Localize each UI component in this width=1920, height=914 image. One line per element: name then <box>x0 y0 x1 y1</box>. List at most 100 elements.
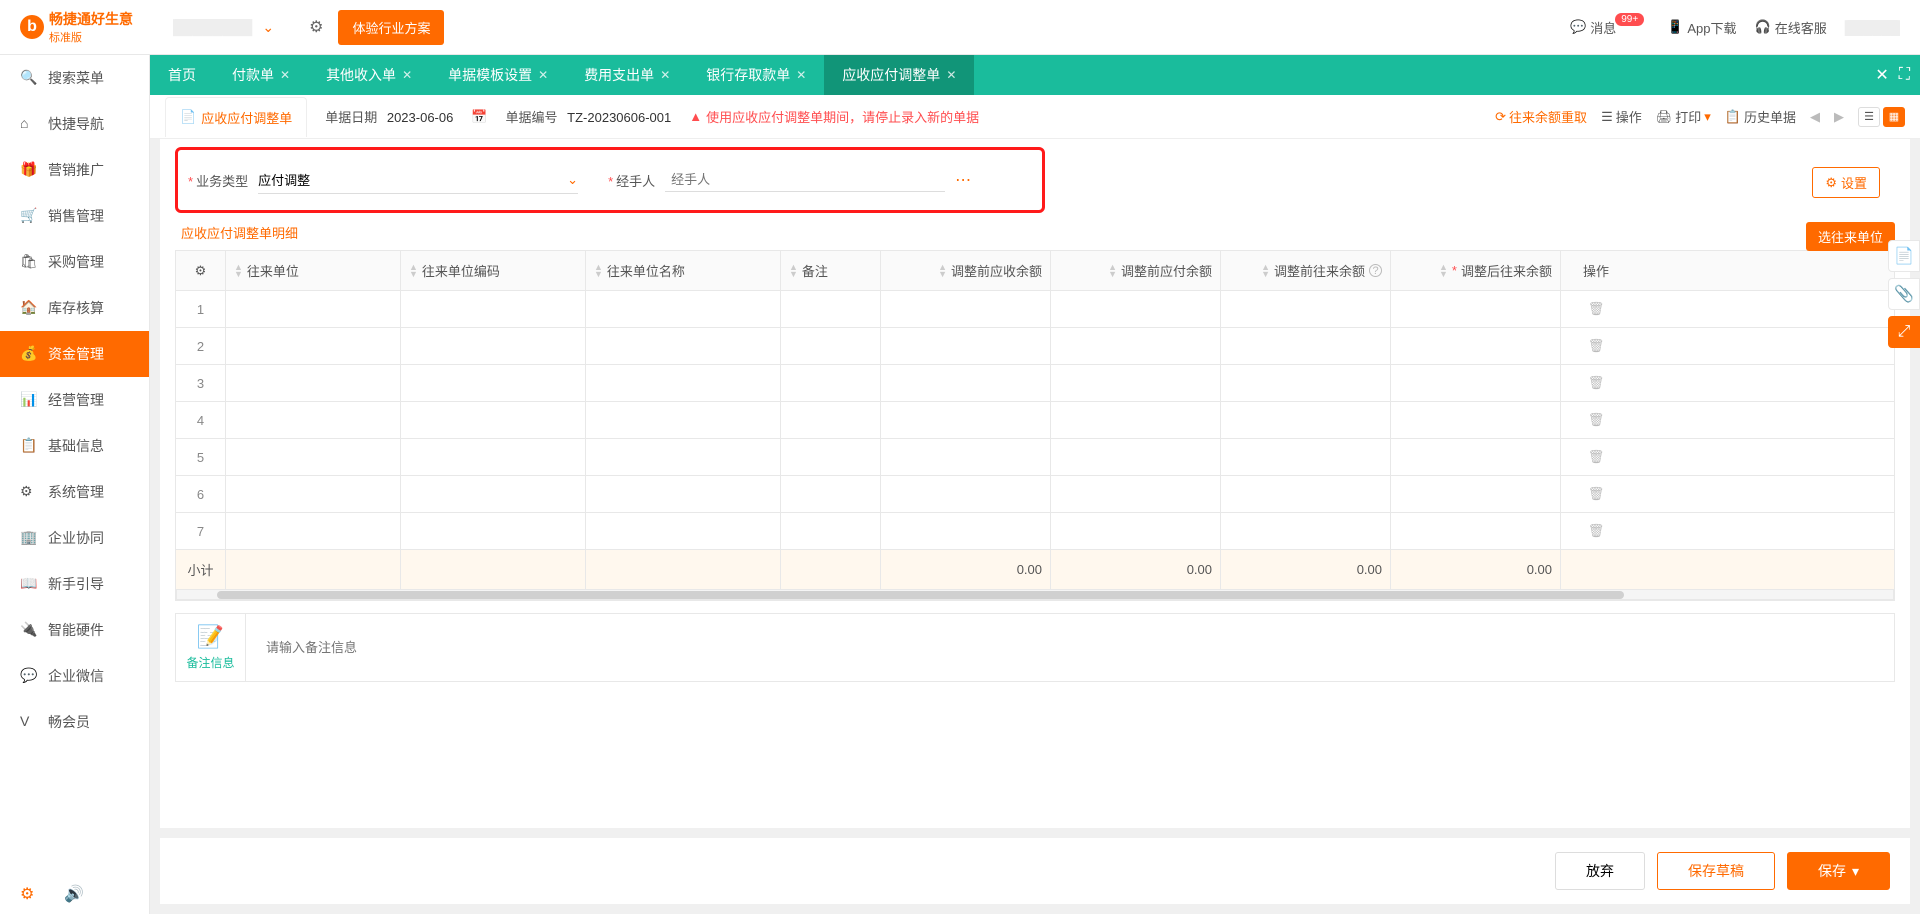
draft-button[interactable]: 保存草稿 <box>1657 852 1775 890</box>
trial-button[interactable]: 体验行业方案 <box>338 10 444 45</box>
rebalance-button[interactable]: ⟳往来余额重取 <box>1495 107 1587 126</box>
help-icon[interactable]: ? <box>1369 264 1382 277</box>
action-bar: 放弃 保存草稿 保存▾ <box>160 838 1910 904</box>
tab-4[interactable]: 费用支出单✕ <box>566 55 688 95</box>
print-button[interactable]: 🖨打印▾ <box>1656 107 1711 126</box>
sidebar-item-2[interactable]: 🎁营销推广 <box>0 147 149 193</box>
remark-input[interactable] <box>246 620 1894 675</box>
tab-0[interactable]: 首页 <box>150 55 214 95</box>
gear-icon[interactable]: ⚙ <box>294 17 338 37</box>
prev-icon[interactable]: ◀ <box>1810 109 1820 125</box>
doc-number: 单据编号 TZ-20230606-001 <box>506 107 672 126</box>
sound-icon[interactable]: 🔊 <box>64 884 84 904</box>
sidebar-icon: ⚙ <box>20 483 38 501</box>
table-row[interactable]: 5🗑 <box>176 439 1894 476</box>
phone-icon: 📱 <box>1667 19 1683 35</box>
tab-3[interactable]: 单据模板设置✕ <box>430 55 566 95</box>
view-form-button[interactable]: ▦ <box>1883 107 1905 127</box>
delete-icon[interactable]: 🗑 <box>1588 523 1605 539</box>
close-icon[interactable]: ✕ <box>538 68 548 82</box>
close-icon[interactable]: ✕ <box>660 68 670 82</box>
sidebar-item-14[interactable]: V畅会员 <box>0 699 149 745</box>
table-row[interactable]: 3🗑 <box>176 365 1894 402</box>
document-title-tab: 📄 应收应付调整单 <box>165 97 307 137</box>
table-row[interactable]: 2🗑 <box>176 328 1894 365</box>
table-row[interactable]: 4🗑 <box>176 402 1894 439</box>
sidebar-icon: 💰 <box>20 345 38 363</box>
sidebar-icon: 💬 <box>20 667 38 685</box>
delete-icon[interactable]: 🗑 <box>1588 338 1605 354</box>
detail-title: 应收应付调整单明细 <box>181 223 1895 242</box>
org-selector[interactable]: ████████ ⌄ <box>153 19 294 36</box>
app-download-button[interactable]: 📱 App下载 <box>1667 18 1736 37</box>
save-button[interactable]: 保存▾ <box>1787 852 1890 890</box>
tab-expand-icon[interactable]: ⛶ <box>1899 66 1910 84</box>
warning-icon: ▲ <box>689 109 702 124</box>
close-icon[interactable]: ✕ <box>796 68 806 82</box>
sidebar-item-9[interactable]: ⚙系统管理 <box>0 469 149 515</box>
delete-icon[interactable]: 🗑 <box>1588 301 1605 317</box>
biz-type-select[interactable]: 应付调整 ⌄ <box>258 166 578 194</box>
sidebar-item-3[interactable]: 🛒销售管理 <box>0 193 149 239</box>
view-list-button[interactable]: ☰ <box>1858 107 1880 127</box>
sort-icon[interactable]: ▲▼ <box>234 264 243 278</box>
sidebar-item-13[interactable]: 💬企业微信 <box>0 653 149 699</box>
history-button[interactable]: 📋历史单据 <box>1725 107 1796 126</box>
more-icon[interactable]: ⋯ <box>955 170 971 190</box>
brand-name: 畅捷通好生意 <box>49 9 133 29</box>
brand-edition: 标准版 <box>49 29 133 45</box>
settings-icon[interactable]: ⚙ <box>20 884 34 904</box>
sidebar-item-11[interactable]: 📖新手引导 <box>0 561 149 607</box>
close-icon[interactable]: ✕ <box>402 68 412 82</box>
tab-5[interactable]: 银行存取款单✕ <box>688 55 824 95</box>
sidebar-bottom: ⚙ 🔊 <box>0 874 149 914</box>
service-button[interactable]: 🎧 在线客服 <box>1755 18 1827 37</box>
table-gear-icon[interactable]: ⚙ <box>176 251 226 290</box>
handler-input[interactable] <box>665 168 945 192</box>
sidebar-item-4[interactable]: 🛍采购管理 <box>0 239 149 285</box>
note-icon: 📝 <box>197 624 224 650</box>
chevron-down-icon: ⌄ <box>567 172 578 188</box>
delete-icon[interactable]: 🗑 <box>1588 486 1605 502</box>
next-icon[interactable]: ▶ <box>1834 109 1844 125</box>
delete-icon[interactable]: 🗑 <box>1588 375 1605 391</box>
table-row[interactable]: 7🗑 <box>176 513 1894 550</box>
sidebar-item-6[interactable]: 💰资金管理 <box>0 331 149 377</box>
sidebar-item-10[interactable]: 🏢企业协同 <box>0 515 149 561</box>
chevron-down-icon: ▾ <box>1852 863 1859 880</box>
close-icon[interactable]: ✕ <box>946 68 956 82</box>
remark-block: 📝 备注信息 <box>175 613 1895 682</box>
delete-icon[interactable]: 🗑 <box>1588 449 1605 465</box>
delete-icon[interactable]: 🗑 <box>1588 412 1605 428</box>
sidebar-item-8[interactable]: 📋基础信息 <box>0 423 149 469</box>
calendar-icon[interactable]: 📅 <box>471 109 487 125</box>
sidebar-item-5[interactable]: 🏠库存核算 <box>0 285 149 331</box>
tab-6[interactable]: 应收应付调整单✕ <box>824 55 974 95</box>
sidebar-item-0[interactable]: 🔍搜索菜单 <box>0 55 149 101</box>
logo-icon: b <box>20 15 44 39</box>
discard-button[interactable]: 放弃 <box>1555 852 1645 890</box>
gear-icon: ⚙ <box>1825 175 1837 191</box>
operate-button[interactable]: ☰操作 <box>1601 107 1642 126</box>
notebook-icon[interactable]: 📄 <box>1888 240 1920 272</box>
table-row[interactable]: 6🗑 <box>176 476 1894 513</box>
tab-1[interactable]: 付款单✕ <box>214 55 308 95</box>
sidebar-icon: 🏢 <box>20 529 38 547</box>
tab-2[interactable]: 其他收入单✕ <box>308 55 430 95</box>
doc-date: 单据日期 2023-06-06 <box>325 107 453 126</box>
messages-button[interactable]: 💬 消息 99+ <box>1570 18 1649 37</box>
message-icon: 💬 <box>1570 19 1586 35</box>
sidebar-item-1[interactable]: ⌂快捷导航 <box>0 101 149 147</box>
horizontal-scrollbar[interactable] <box>176 590 1894 600</box>
content: *业务类型 应付调整 ⌄ *经手人 ⋯ ⚙设置 应 <box>160 139 1910 828</box>
sidebar-item-7[interactable]: 📊经营管理 <box>0 377 149 423</box>
sidebar-icon: 🔌 <box>20 621 38 639</box>
table-row[interactable]: 1🗑 <box>176 291 1894 328</box>
settings-button[interactable]: ⚙设置 <box>1812 167 1880 198</box>
expand-icon[interactable]: ⤢ <box>1888 316 1920 348</box>
tab-close-all-icon[interactable]: ✕ <box>1875 65 1888 85</box>
close-icon[interactable]: ✕ <box>280 68 290 82</box>
select-unit-button[interactable]: 选往来单位 <box>1806 222 1895 251</box>
sidebar-item-12[interactable]: 🔌智能硬件 <box>0 607 149 653</box>
attachment-icon[interactable]: 📎 <box>1888 278 1920 310</box>
